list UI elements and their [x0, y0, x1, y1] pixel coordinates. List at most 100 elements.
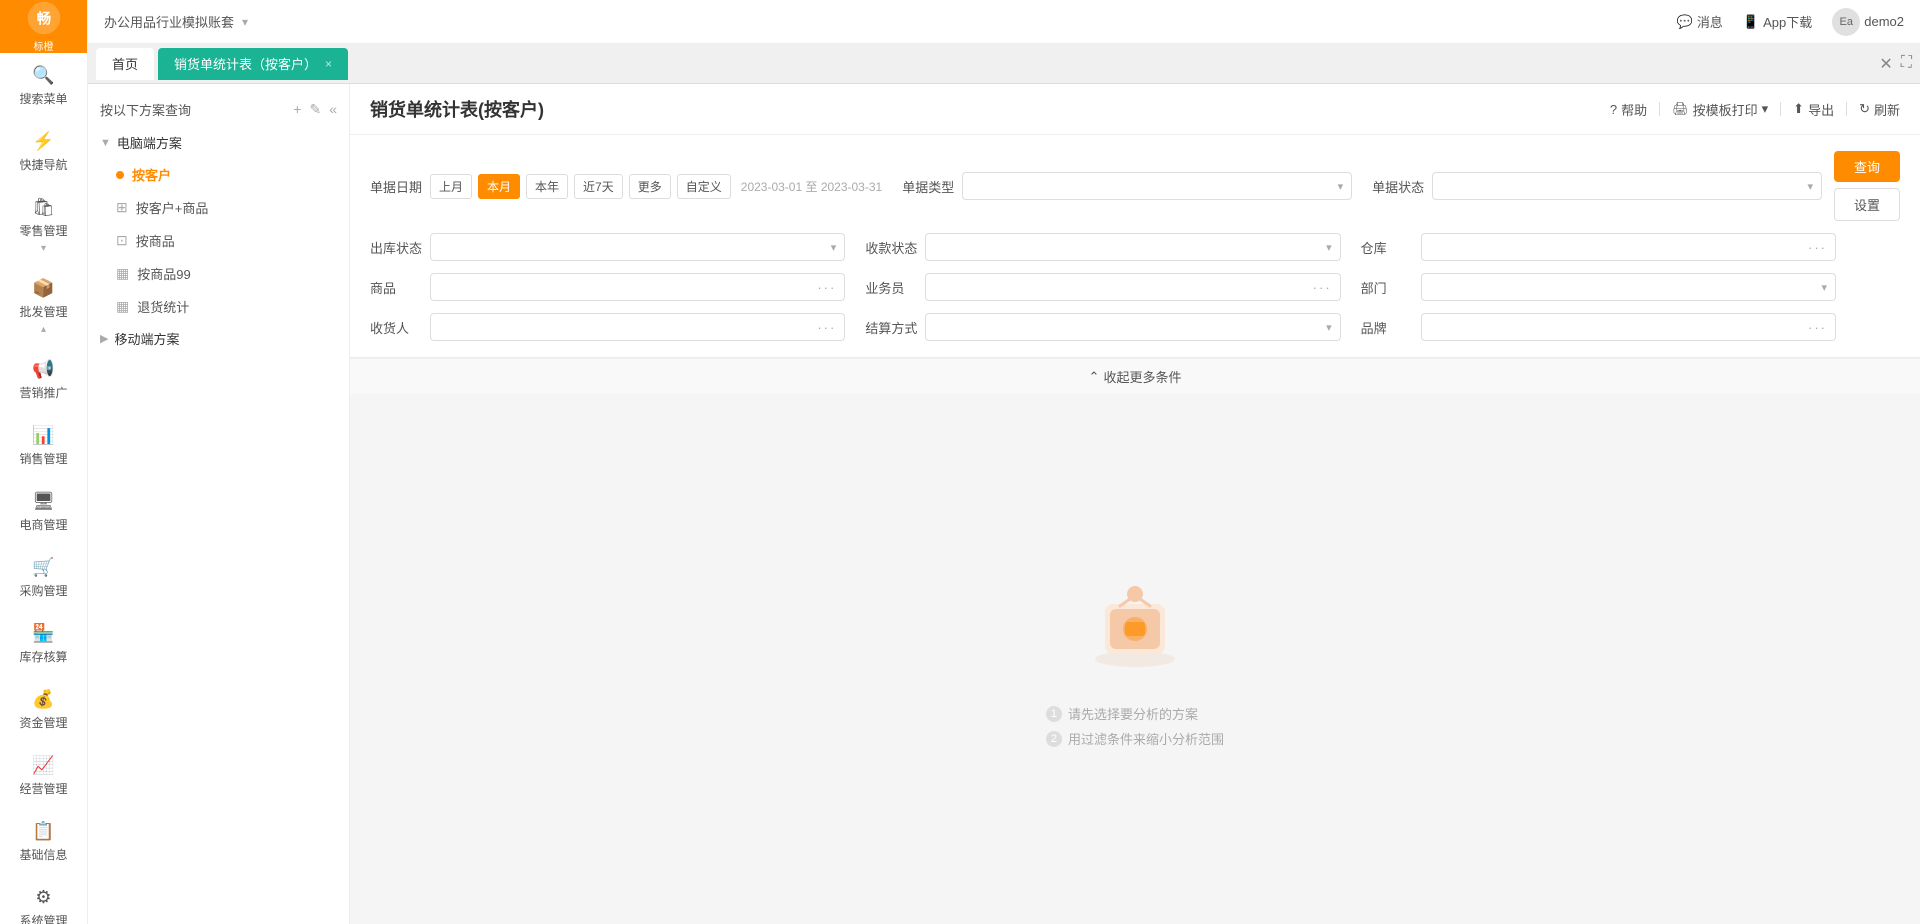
top-bar-left: 办公用品行业模拟账套 ▾	[104, 12, 248, 31]
pc-group-label: 电脑端方案	[117, 133, 182, 152]
this-month-btn[interactable]: 本月	[478, 174, 520, 199]
sidebar-item-label: 零售管理	[19, 222, 67, 239]
settlement-select[interactable]: ▾	[925, 313, 1340, 341]
app-download-button[interactable]: 📱 App下载	[1743, 12, 1812, 31]
settings-button[interactable]: 设置	[1834, 188, 1900, 221]
maximize-icon[interactable]: ⛶	[1901, 54, 1912, 74]
scheme-item-by-product[interactable]: ⊡ 按商品	[88, 224, 349, 257]
logo-icon: 畅	[26, 0, 62, 36]
scheme-item-label: 按客户+商品	[136, 198, 209, 217]
svg-text:畅: 畅	[36, 9, 50, 27]
sidebar-item-label: 系统管理	[19, 912, 67, 924]
tab-home-label: 首页	[112, 54, 138, 73]
filter-row-2: 出库状态 ▾ 收款状态 ▾	[370, 233, 1900, 261]
last-7-btn[interactable]: 近7天	[574, 174, 623, 199]
company-name: 办公用品行业模拟账套	[104, 12, 234, 31]
chevron-down-icon: ▾	[41, 243, 46, 254]
sidebar-item-retail-mgmt[interactable]: 🛍 零售管理 ▾	[0, 185, 88, 266]
filter-date: 单据日期 上月 本月 本年 近7天 更多 自定义 2023-03-01 至 20…	[370, 174, 882, 199]
sidebar-item-operation-mgmt[interactable]: 📈 经营管理	[0, 743, 88, 809]
sidebar-item-label: 电商管理	[19, 516, 67, 533]
page-title: 销货单统计表(按客户)	[370, 96, 544, 134]
filter-section: 单据日期 上月 本月 本年 近7天 更多 自定义 2023-03-01 至 20…	[350, 135, 1920, 358]
sidebar-item-sales-mgmt[interactable]: 📊 销售管理	[0, 413, 88, 479]
filter-department-control: ▾	[1421, 273, 1836, 301]
product-select[interactable]: ···	[430, 273, 845, 301]
collapse-label: 收起更多条件	[1103, 367, 1181, 386]
edit-scheme-button[interactable]: ✎	[309, 101, 321, 118]
divider	[1659, 102, 1660, 116]
empty-tips: 1 请先选择要分析的方案 2 用过滤条件来缩小分析范围	[1046, 704, 1224, 754]
sidebar-item-search-menu[interactable]: 🔍 搜索菜单	[0, 53, 88, 119]
wholesale-mgmt-icon: 📦	[32, 278, 54, 299]
last-month-btn[interactable]: 上月	[430, 174, 472, 199]
department-select[interactable]: ▾	[1421, 273, 1836, 301]
scheme-group-mobile-title[interactable]: ▶ 移动端方案	[88, 323, 349, 354]
salesman-select[interactable]: ···	[925, 273, 1340, 301]
sidebar-item-wholesale-mgmt[interactable]: 📦 批发管理 ▴	[0, 266, 88, 347]
filter-brand-control: ···	[1421, 313, 1836, 341]
date-range-text: 2023-03-01 至 2023-03-31	[741, 178, 882, 195]
sidebar-item-label: 营销推广	[19, 384, 67, 401]
brand-select[interactable]: ···	[1421, 313, 1836, 341]
scheme-group-mobile: ▶ 移动端方案	[88, 323, 349, 354]
warehouse-dots-icon: ···	[1808, 240, 1827, 255]
sidebar-item-ecommerce-mgmt[interactable]: 🖥 电商管理	[0, 479, 88, 545]
doc-type-select[interactable]: ▾	[962, 172, 1352, 200]
message-button[interactable]: 💬 消息	[1677, 12, 1723, 31]
receiver-dots-icon: ···	[817, 320, 836, 335]
page-actions: ? 帮助 🖨 按模板打印 ▾ ⬆ 导出	[1610, 100, 1900, 131]
tip-num-1: 1	[1046, 706, 1062, 722]
export-button[interactable]: ⬆ 导出	[1793, 100, 1834, 119]
tab-bar: 首页 销货单统计表（按客户） × ✕ ⛶	[88, 44, 1920, 84]
brand-dots-icon: ···	[1808, 320, 1827, 335]
out-status-arrow-icon: ▾	[831, 241, 837, 254]
filter-row-4: 收货人 ··· 结算方式 ▾	[370, 313, 1900, 341]
doc-status-select[interactable]: ▾	[1432, 172, 1822, 200]
payment-status-select[interactable]: ▾	[925, 233, 1340, 261]
this-year-btn[interactable]: 本年	[526, 174, 568, 199]
sidebar-item-label: 快捷导航	[19, 156, 67, 173]
tip-text-2: 用过滤条件来缩小分析范围	[1068, 729, 1224, 748]
scheme-item-label: 按客户	[132, 165, 171, 184]
sidebar-item-finance-mgmt[interactable]: 💰 资金管理	[0, 677, 88, 743]
user-menu[interactable]: Ea demo2	[1832, 8, 1904, 36]
retail-mgmt-icon: 🛍	[32, 197, 55, 218]
scheme-item-by-product-99[interactable]: ▦ 按商品99	[88, 257, 349, 290]
sidebar-item-label: 基础信息	[19, 846, 67, 863]
collapse-row[interactable]: ⌃ 收起更多条件	[350, 358, 1920, 394]
sidebar-item-basic-info[interactable]: 📋 基础信息	[0, 809, 88, 875]
left-panel-title: 按以下方案查询	[100, 100, 191, 119]
query-button[interactable]: 查询	[1834, 151, 1900, 182]
tab-home[interactable]: 首页	[96, 48, 154, 80]
sidebar-item-purchase-mgmt[interactable]: 🛒 采购管理	[0, 545, 88, 611]
custom-btn[interactable]: 自定义	[677, 174, 731, 199]
receiver-select[interactable]: ···	[430, 313, 845, 341]
grid2-icon: ⊡	[116, 232, 128, 249]
refresh-button[interactable]: ↻ 刷新	[1859, 100, 1900, 119]
sidebar-item-label: 经营管理	[19, 780, 67, 797]
sidebar-item-inventory[interactable]: 🏪 库存核算	[0, 611, 88, 677]
marketing-icon: 📢	[32, 359, 54, 380]
close-window-icon[interactable]: ✕	[1879, 54, 1892, 74]
sidebar-item-marketing[interactable]: 📢 营销推广	[0, 347, 88, 413]
template-print-button[interactable]: 🖨 按模板打印 ▾	[1672, 100, 1768, 119]
sidebar-item-quick-nav[interactable]: ⚡ 快捷导航	[0, 119, 88, 185]
scheme-item-by-customer-product[interactable]: ⊞ 按客户+商品	[88, 191, 349, 224]
warehouse-select[interactable]: ···	[1421, 233, 1836, 261]
collapse-panel-button[interactable]: «	[329, 101, 337, 118]
doc-type-arrow-icon: ▾	[1338, 180, 1344, 193]
company-dropdown-icon[interactable]: ▾	[242, 15, 248, 29]
tab-close-icon[interactable]: ×	[325, 57, 332, 71]
out-status-select[interactable]: ▾	[430, 233, 845, 261]
product-label: 商品	[370, 278, 430, 297]
scheme-item-by-customer[interactable]: 按客户	[88, 158, 349, 191]
scheme-group-pc-title[interactable]: ▼ 电脑端方案	[88, 127, 349, 158]
help-button[interactable]: ? 帮助	[1610, 100, 1647, 119]
top-bar-right: 💬 消息 📱 App下载 Ea demo2	[1677, 8, 1904, 36]
add-scheme-button[interactable]: +	[293, 101, 301, 118]
sidebar-item-sys-mgmt[interactable]: ⚙ 系统管理	[0, 875, 88, 924]
scheme-item-return-stats[interactable]: ▦ 退货统计	[88, 290, 349, 323]
tab-sales-stats[interactable]: 销货单统计表（按客户） ×	[158, 48, 348, 80]
more-btn[interactable]: 更多	[629, 174, 671, 199]
